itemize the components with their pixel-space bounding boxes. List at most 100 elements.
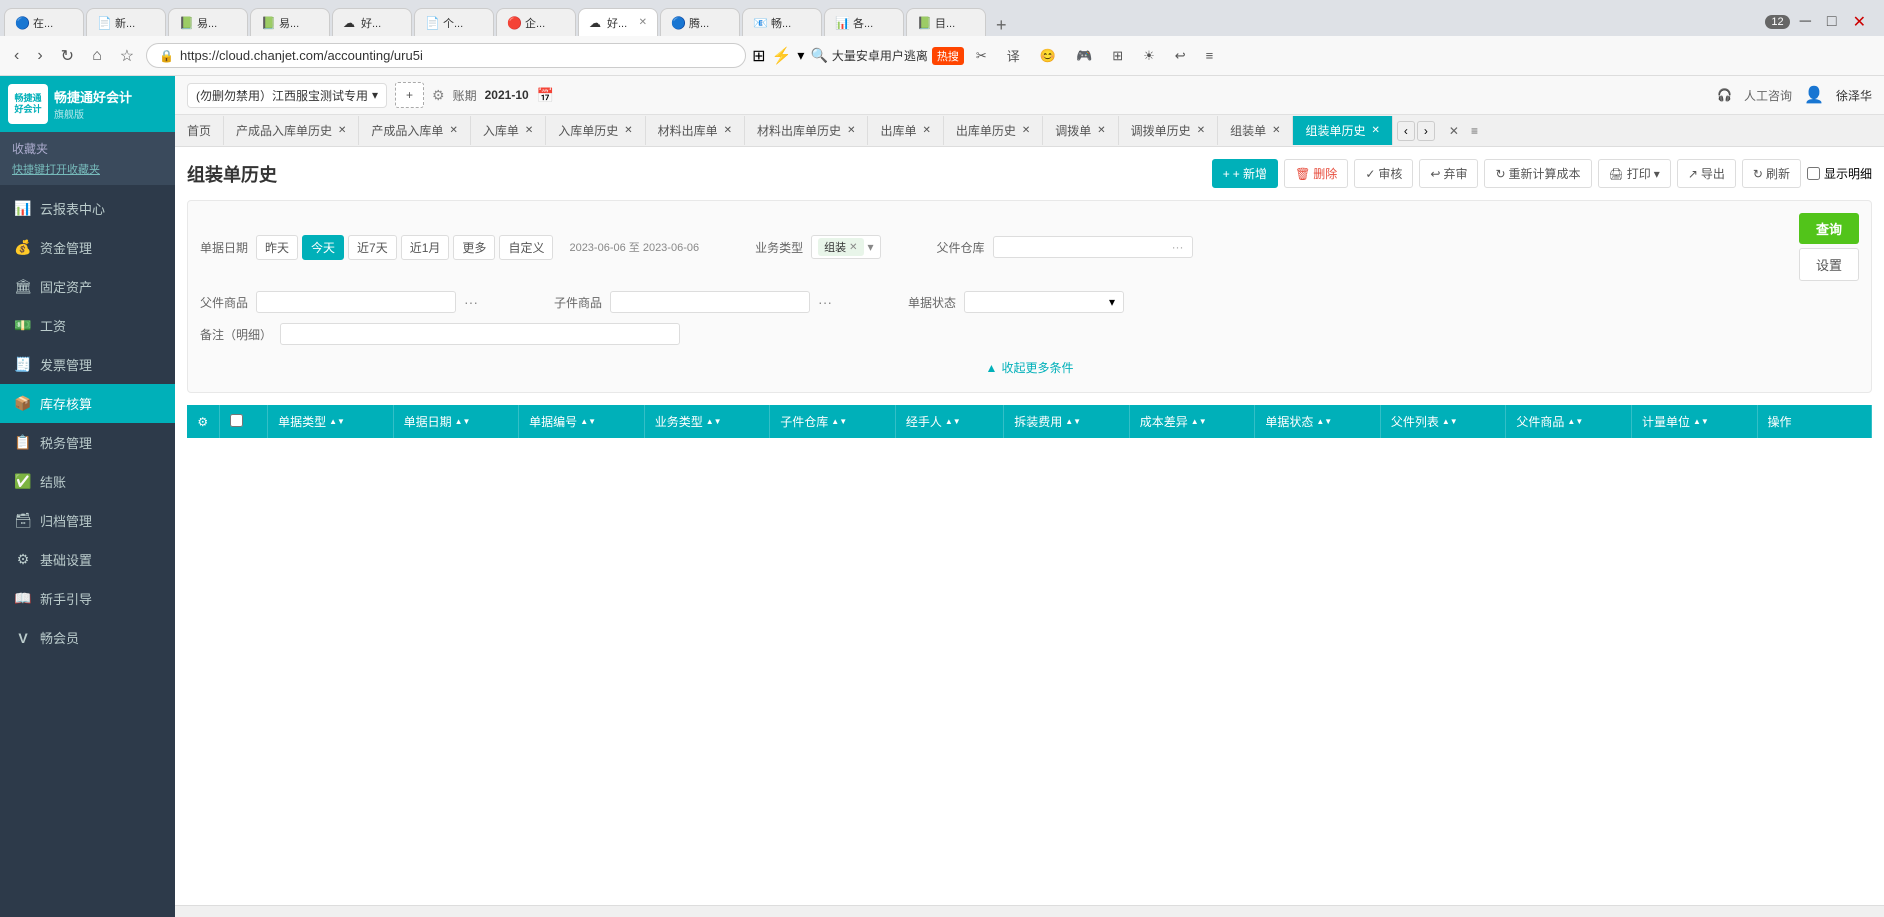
th-sort-cost-diff[interactable]: 成本差异 ▲▼ (1140, 413, 1245, 430)
th-child-warehouse[interactable]: 子件仓库 ▲▼ (770, 405, 896, 438)
show-detail-checkbox[interactable] (1807, 167, 1820, 180)
tab-production-inbound[interactable]: 产成品入库单 ✕ (359, 116, 470, 145)
recalculate-cost-button[interactable]: ↻ 重新计算成本 (1484, 159, 1591, 188)
show-detail-checkbox-label[interactable]: 显示明细 (1807, 165, 1872, 182)
tab-outbound[interactable]: 出库单 ✕ (868, 116, 943, 145)
th-checkbox[interactable] (219, 405, 268, 438)
browser-tab-4[interactable]: ☁ 好... (332, 8, 412, 36)
tab-inbound-history[interactable]: 入库单历史 ✕ (546, 116, 645, 145)
tab-close-outbound[interactable]: ✕ (922, 125, 930, 136)
grid-button[interactable]: ⊞ (1106, 46, 1129, 66)
settings-column-icon[interactable]: ⚙ (197, 415, 208, 429)
tab-inbound[interactable]: 入库单 ✕ (471, 116, 546, 145)
home-button[interactable]: ⌂ (86, 43, 108, 69)
sidebar-item-fixed-assets[interactable]: 🏛 固定资产 (0, 267, 175, 306)
browser-tab-10[interactable]: 📊 各... (824, 8, 904, 36)
parent-warehouse-select[interactable]: ··· (993, 236, 1193, 258)
browser-tab-2[interactable]: 📗 易... (168, 8, 248, 36)
sidebar-item-tax[interactable]: 📋 税务管理 (0, 423, 175, 462)
browser-tab-3[interactable]: 📗 易... (250, 8, 330, 36)
parent-warehouse-dots[interactable]: ··· (1172, 240, 1184, 254)
assembly-tag-remove[interactable]: ✕ (849, 242, 857, 253)
parent-goods-dots[interactable]: ··· (464, 294, 478, 310)
tab-close-inbound-history[interactable]: ✕ (624, 125, 632, 136)
sidebar-item-payroll[interactable]: 💵 工资 (0, 306, 175, 345)
filter-settings-button[interactable]: 设置 (1799, 248, 1859, 281)
tabs-prev-button[interactable]: ‹ (1397, 121, 1415, 141)
th-settings[interactable]: ⚙ (187, 405, 219, 438)
sidebar-item-invoice[interactable]: 🧾 发票管理 (0, 345, 175, 384)
th-parent-list[interactable]: 父件列表 ▲▼ (1380, 405, 1506, 438)
th-sort-order-type[interactable]: 单据类型 ▲▼ (278, 413, 383, 430)
sidebar-item-guide[interactable]: 📖 新手引导 (0, 579, 175, 618)
refresh-data-button[interactable]: ↻ 刷新 (1742, 159, 1801, 188)
back-button[interactable]: ‹ (8, 43, 25, 69)
th-disassembly-cost[interactable]: 拆装费用 ▲▼ (1004, 405, 1130, 438)
th-sort-order-no[interactable]: 单据编号 ▲▼ (529, 413, 634, 430)
tab-close-outbound-history[interactable]: ✕ (1022, 125, 1030, 136)
th-order-date[interactable]: 单据日期 ▲▼ (393, 405, 519, 438)
settings-gear-icon[interactable]: ⚙ (432, 87, 445, 104)
th-sort-order-status[interactable]: 单据状态 ▲▼ (1265, 413, 1370, 430)
more-button[interactable]: 更多 (453, 235, 495, 260)
tab-material-outbound[interactable]: 材料出库单 ✕ (646, 116, 745, 145)
tab-close-production-inbound[interactable]: ✕ (449, 125, 457, 136)
add-account-button[interactable]: + (395, 82, 424, 108)
sidebar-item-inventory[interactable]: 📦 库存核算 (0, 384, 175, 423)
maximize-button[interactable]: □ (1821, 9, 1843, 35)
support-button[interactable]: 人工咨询 (1744, 87, 1792, 104)
tab-transfer-history[interactable]: 调拨单历史 ✕ (1119, 116, 1218, 145)
sidebar-item-settings[interactable]: ⚙ 基础设置 (0, 540, 175, 579)
dropdown-icon[interactable]: ▾ (797, 47, 804, 64)
delete-button[interactable]: 🗑 删除 (1284, 159, 1348, 188)
browser-tab-8[interactable]: 🔵 腾... (660, 8, 740, 36)
tab-close-assembly-history[interactable]: ✕ (1372, 125, 1380, 136)
browser-tab-7[interactable]: ☁ 好... ✕ (578, 8, 658, 36)
th-sort-parent-goods[interactable]: 父件商品 ▲▼ (1516, 413, 1621, 430)
th-sort-business-type[interactable]: 业务类型 ▲▼ (655, 413, 760, 430)
unapprove-button[interactable]: ↩ 弃审 (1419, 159, 1478, 188)
custom-button[interactable]: 自定义 (499, 235, 553, 260)
tab-assembly-history[interactable]: 组装单历史 ✕ (1293, 116, 1392, 145)
th-parent-goods[interactable]: 父件商品 ▲▼ (1506, 405, 1632, 438)
browser-tab-1[interactable]: 📄 新... (86, 8, 166, 36)
tab-close-current-button[interactable]: ✕ (1445, 122, 1463, 140)
browser-tab-11[interactable]: 📗 目... (906, 8, 986, 36)
sidebar-item-closing[interactable]: ✅ 结账 (0, 462, 175, 501)
refresh-button[interactable]: ↻ (55, 42, 80, 70)
scissors-button[interactable]: ✂ (970, 46, 993, 66)
child-goods-input[interactable] (610, 291, 810, 313)
last7days-button[interactable]: 近7天 (348, 235, 397, 260)
tab-close-assembly[interactable]: ✕ (1272, 125, 1280, 136)
sidebar-item-cloud-report[interactable]: 📊 云报表中心 (0, 189, 175, 228)
tab-home[interactable]: 首页 (175, 116, 224, 145)
browser-tab-6[interactable]: 🔴 企... (496, 8, 576, 36)
forward-button[interactable]: › (31, 43, 48, 69)
browser-tab-5[interactable]: 📄 个... (414, 8, 494, 36)
sidebar-item-finance[interactable]: 💰 资金管理 (0, 228, 175, 267)
th-cost-diff[interactable]: 成本差异 ▲▼ (1129, 405, 1255, 438)
th-unit[interactable]: 计量单位 ▲▼ (1631, 405, 1757, 438)
tab-close-material-outbound[interactable]: ✕ (724, 125, 732, 136)
parent-goods-input[interactable] (256, 291, 456, 313)
scrollbar-area[interactable] (175, 905, 1884, 917)
address-bar[interactable]: 🔒 https://cloud.chanjet.com/accounting/u… (146, 43, 746, 68)
notes-input[interactable] (280, 323, 680, 345)
business-type-dropdown-icon[interactable]: ▾ (868, 240, 874, 254)
order-status-select[interactable]: ▾ (964, 291, 1124, 313)
collapse-button[interactable]: ▲ 收起更多条件 (200, 355, 1859, 380)
emoji-button[interactable]: 😊 (1034, 46, 1062, 66)
browser-tab-9[interactable]: 📧 畅... (742, 8, 822, 36)
tab-outbound-history[interactable]: 出库单历史 ✕ (944, 116, 1043, 145)
tab-transfer[interactable]: 调拨单 ✕ (1043, 116, 1118, 145)
export-button[interactable]: ↗ 导出 (1677, 159, 1736, 188)
translate-button[interactable]: 译 (1001, 44, 1026, 67)
th-sort-handler[interactable]: 经手人 ▲▼ (906, 413, 993, 430)
th-sort-disassembly-cost[interactable]: 拆装费用 ▲▼ (1014, 413, 1119, 430)
select-all-checkbox[interactable] (230, 414, 243, 427)
bookmark-button[interactable]: ☆ (114, 42, 140, 70)
tab-close-material-outbound-history[interactable]: ✕ (847, 125, 855, 136)
th-sort-parent-list[interactable]: 父件列表 ▲▼ (1391, 413, 1496, 430)
tab-assembly[interactable]: 组装单 ✕ (1218, 116, 1293, 145)
tab-close-7[interactable]: ✕ (639, 17, 647, 28)
